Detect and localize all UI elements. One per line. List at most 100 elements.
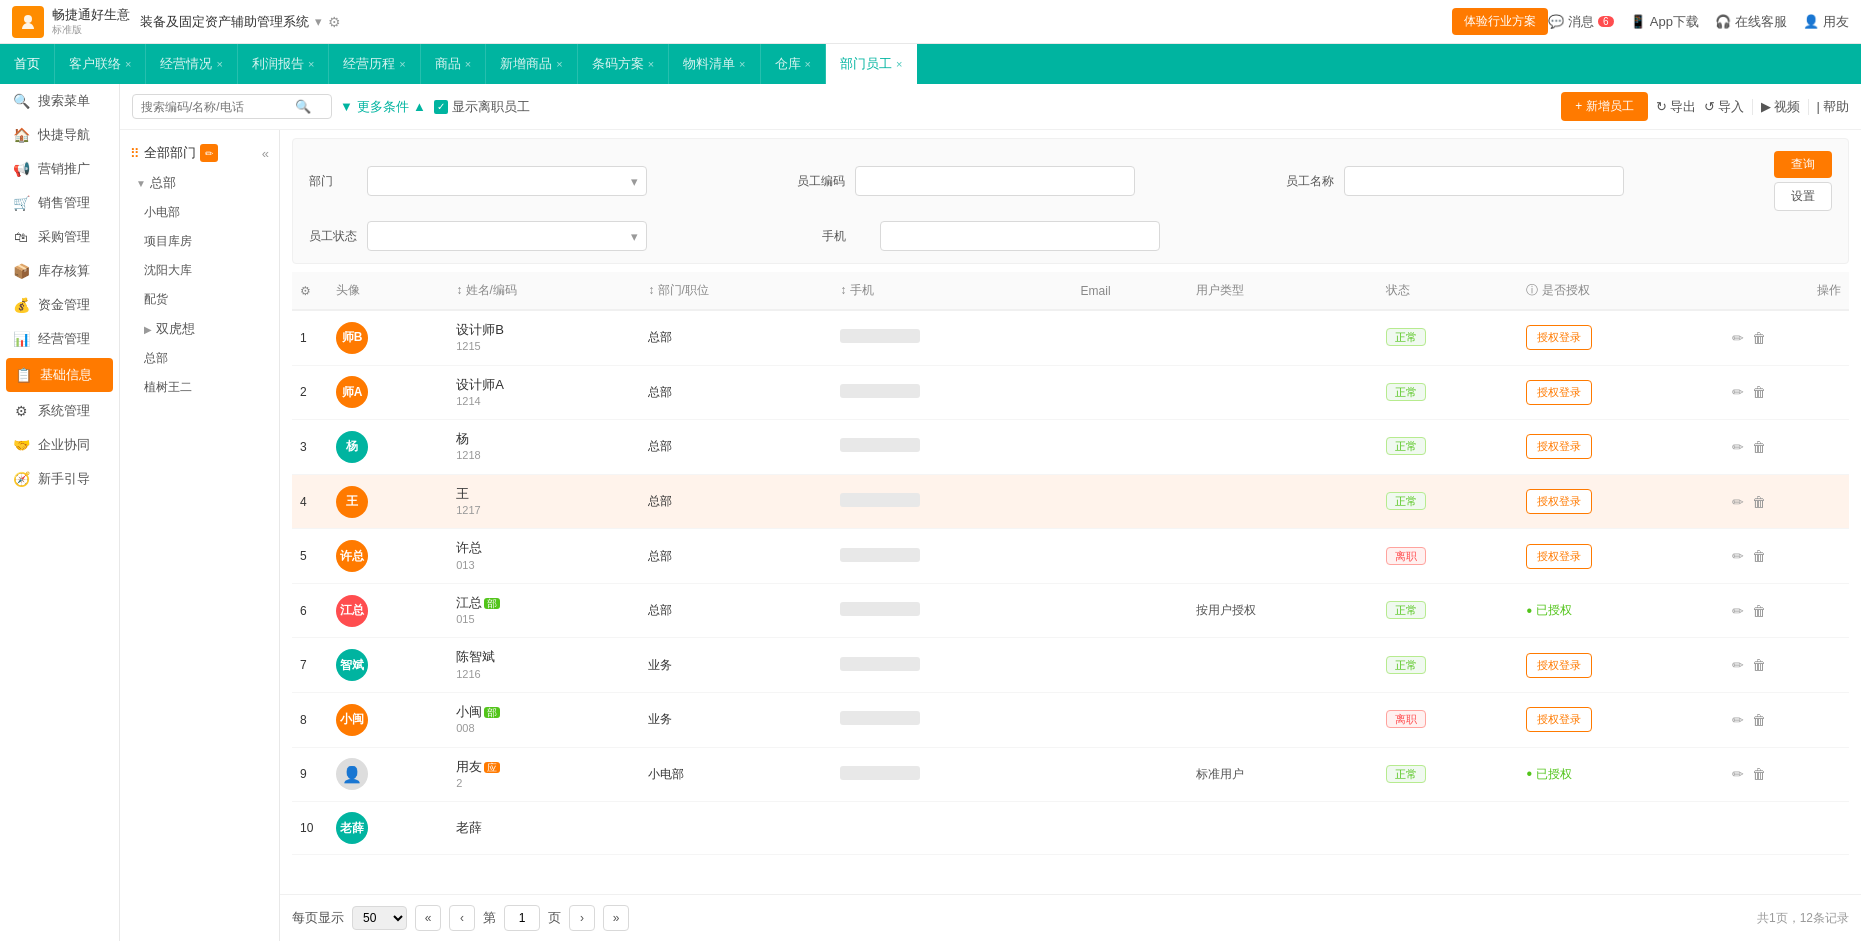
delete-icon[interactable]: 🗑 — [1752, 548, 1766, 564]
try-industry-button[interactable]: 体验行业方案 — [1452, 8, 1548, 35]
edit-icon[interactable]: ✏ — [1732, 766, 1744, 782]
auth-login-button[interactable]: 授权登录 — [1526, 653, 1592, 678]
more-filter-btn[interactable]: ▼ 更多条件 ▲ — [340, 98, 426, 116]
delete-icon[interactable]: 🗑 — [1752, 603, 1766, 619]
dept-item-distribution[interactable]: 配货 — [120, 285, 279, 314]
tab-close-icon[interactable]: × — [739, 58, 745, 70]
emp-status-select[interactable]: ▾ — [367, 221, 647, 251]
collapse-tree-icon[interactable]: « — [262, 146, 269, 161]
dept-item-shuanghu[interactable]: ▶ 双虎想 — [120, 314, 279, 344]
emp-code-input[interactable] — [855, 166, 1135, 196]
edit-icon[interactable]: ✏ — [1732, 712, 1744, 728]
tab-warehouse[interactable]: 仓库 × — [761, 44, 826, 84]
edit-icon[interactable]: ✏ — [1732, 494, 1744, 510]
page-size-select[interactable]: 50 20 100 — [352, 906, 407, 930]
sidebar-item-collab[interactable]: 🤝 企业协同 — [0, 428, 119, 462]
user-avatar[interactable]: 👤 用友 — [1803, 13, 1849, 31]
dept-filter-select[interactable]: ▾ — [367, 166, 647, 196]
query-button[interactable]: 查询 — [1774, 151, 1832, 178]
first-page-btn[interactable]: « — [415, 905, 441, 931]
delete-icon[interactable]: 🗑 — [1752, 439, 1766, 455]
tab-close-icon[interactable]: × — [399, 58, 405, 70]
dropdown-icon[interactable]: ▾ — [315, 14, 322, 29]
edit-icon[interactable]: ✏ — [1732, 603, 1744, 619]
sidebar-item-marketing[interactable]: 📢 营销推广 — [0, 152, 119, 186]
delete-icon[interactable]: 🗑 — [1752, 657, 1766, 673]
tab-journey[interactable]: 经营历程 × — [329, 44, 420, 84]
delete-icon[interactable]: 🗑 — [1752, 384, 1766, 400]
tab-profit[interactable]: 利润报告 × — [238, 44, 329, 84]
col-settings[interactable]: ⚙ — [292, 272, 328, 310]
col-name-code[interactable]: ↕ 姓名/编码 — [448, 272, 640, 310]
auth-login-button[interactable]: 授权登录 — [1526, 544, 1592, 569]
tab-home[interactable]: 首页 — [0, 44, 55, 84]
delete-icon[interactable]: 🗑 — [1752, 766, 1766, 782]
sidebar-item-quicknav[interactable]: 🏠 快捷导航 — [0, 118, 119, 152]
col-dept[interactable]: ↕ 部门/职位 — [640, 272, 832, 310]
dept-item-zhishu[interactable]: 植树王二 — [120, 373, 279, 402]
prev-page-btn[interactable]: ‹ — [449, 905, 475, 931]
tab-close-icon[interactable]: × — [465, 58, 471, 70]
edit-icon[interactable]: ✏ — [1732, 439, 1744, 455]
dept-item-project-storage[interactable]: 项目库房 — [120, 227, 279, 256]
export-btn[interactable]: ↻ 导出 — [1656, 98, 1696, 116]
tab-operations[interactable]: 经营情况 × — [146, 44, 237, 84]
set-button[interactable]: 设置 — [1774, 182, 1832, 211]
auth-login-button[interactable]: 授权登录 — [1526, 707, 1592, 732]
auth-login-button[interactable]: 授权登录 — [1526, 380, 1592, 405]
tab-close-icon[interactable]: × — [648, 58, 654, 70]
search-box[interactable]: 🔍 — [132, 94, 332, 119]
tab-barcode[interactable]: 条码方案 × — [578, 44, 669, 84]
next-page-btn[interactable]: › — [569, 905, 595, 931]
auth-login-button[interactable]: 授权登录 — [1526, 325, 1592, 350]
page-number-input[interactable] — [504, 905, 540, 931]
add-employee-button[interactable]: + 新增员工 — [1561, 92, 1647, 121]
tab-close-icon[interactable]: × — [896, 58, 902, 70]
sidebar-item-purchase[interactable]: 🛍 采购管理 — [0, 220, 119, 254]
emp-name-input[interactable] — [1344, 166, 1624, 196]
tab-close-icon[interactable]: × — [556, 58, 562, 70]
delete-icon[interactable]: 🗑 — [1752, 494, 1766, 510]
dept-item-small-elec[interactable]: 小电部 — [120, 198, 279, 227]
sidebar-item-search[interactable]: 🔍 搜索菜单 — [0, 84, 119, 118]
delete-icon[interactable]: 🗑 — [1752, 330, 1766, 346]
tab-department-staff[interactable]: 部门员工 × — [826, 44, 917, 84]
app-download-btn[interactable]: 📱 App下载 — [1630, 13, 1699, 31]
sidebar-item-inventory[interactable]: 📦 库存核算 — [0, 254, 119, 288]
settings-icon[interactable]: ⚙ — [328, 14, 341, 30]
help-btn[interactable]: | 帮助 — [1817, 98, 1849, 116]
video-btn[interactable]: ▶ 视频 — [1761, 98, 1800, 116]
online-service-btn[interactable]: 🎧 在线客服 — [1715, 13, 1787, 31]
sidebar-item-sales[interactable]: 🛒 销售管理 — [0, 186, 119, 220]
search-input[interactable] — [141, 100, 291, 114]
phone-input[interactable] — [880, 221, 1160, 251]
edit-icon[interactable]: ✏ — [1732, 657, 1744, 673]
sidebar-item-management[interactable]: 📊 经营管理 — [0, 322, 119, 356]
tab-bom[interactable]: 物料清单 × — [669, 44, 760, 84]
tab-close-icon[interactable]: × — [308, 58, 314, 70]
edit-icon[interactable]: ✏ — [1732, 384, 1744, 400]
auth-login-button[interactable]: 授权登录 — [1526, 434, 1592, 459]
show-resigned-toggle[interactable]: ✓ 显示离职员工 — [434, 98, 530, 116]
last-page-btn[interactable]: » — [603, 905, 629, 931]
message-btn[interactable]: 💬 消息 6 — [1548, 13, 1614, 31]
dept-item-shenyang[interactable]: 沈阳大库 — [120, 256, 279, 285]
tab-close-icon[interactable]: × — [216, 58, 222, 70]
dept-item-general[interactable]: ▼ 总部 — [120, 168, 279, 198]
sidebar-item-finance[interactable]: 💰 资金管理 — [0, 288, 119, 322]
edit-dept-icon[interactable]: ✏ — [200, 144, 218, 162]
col-phone[interactable]: ↕ 手机 — [832, 272, 1072, 310]
tab-add-goods[interactable]: 新增商品 × — [486, 44, 577, 84]
sidebar-item-guide[interactable]: 🧭 新手引导 — [0, 462, 119, 496]
delete-icon[interactable]: 🗑 — [1752, 712, 1766, 728]
dept-item-headquarters[interactable]: 总部 — [120, 344, 279, 373]
tab-customer[interactable]: 客户联络 × — [55, 44, 146, 84]
edit-icon[interactable]: ✏ — [1732, 330, 1744, 346]
sidebar-item-system[interactable]: ⚙ 系统管理 — [0, 394, 119, 428]
import-btn[interactable]: ↺ 导入 — [1704, 98, 1744, 116]
search-submit-icon[interactable]: 🔍 — [295, 99, 311, 114]
tab-close-icon[interactable]: × — [125, 58, 131, 70]
edit-icon[interactable]: ✏ — [1732, 548, 1744, 564]
auth-login-button[interactable]: 授权登录 — [1526, 489, 1592, 514]
sidebar-item-basic-info[interactable]: 📋 基础信息 — [6, 358, 113, 392]
